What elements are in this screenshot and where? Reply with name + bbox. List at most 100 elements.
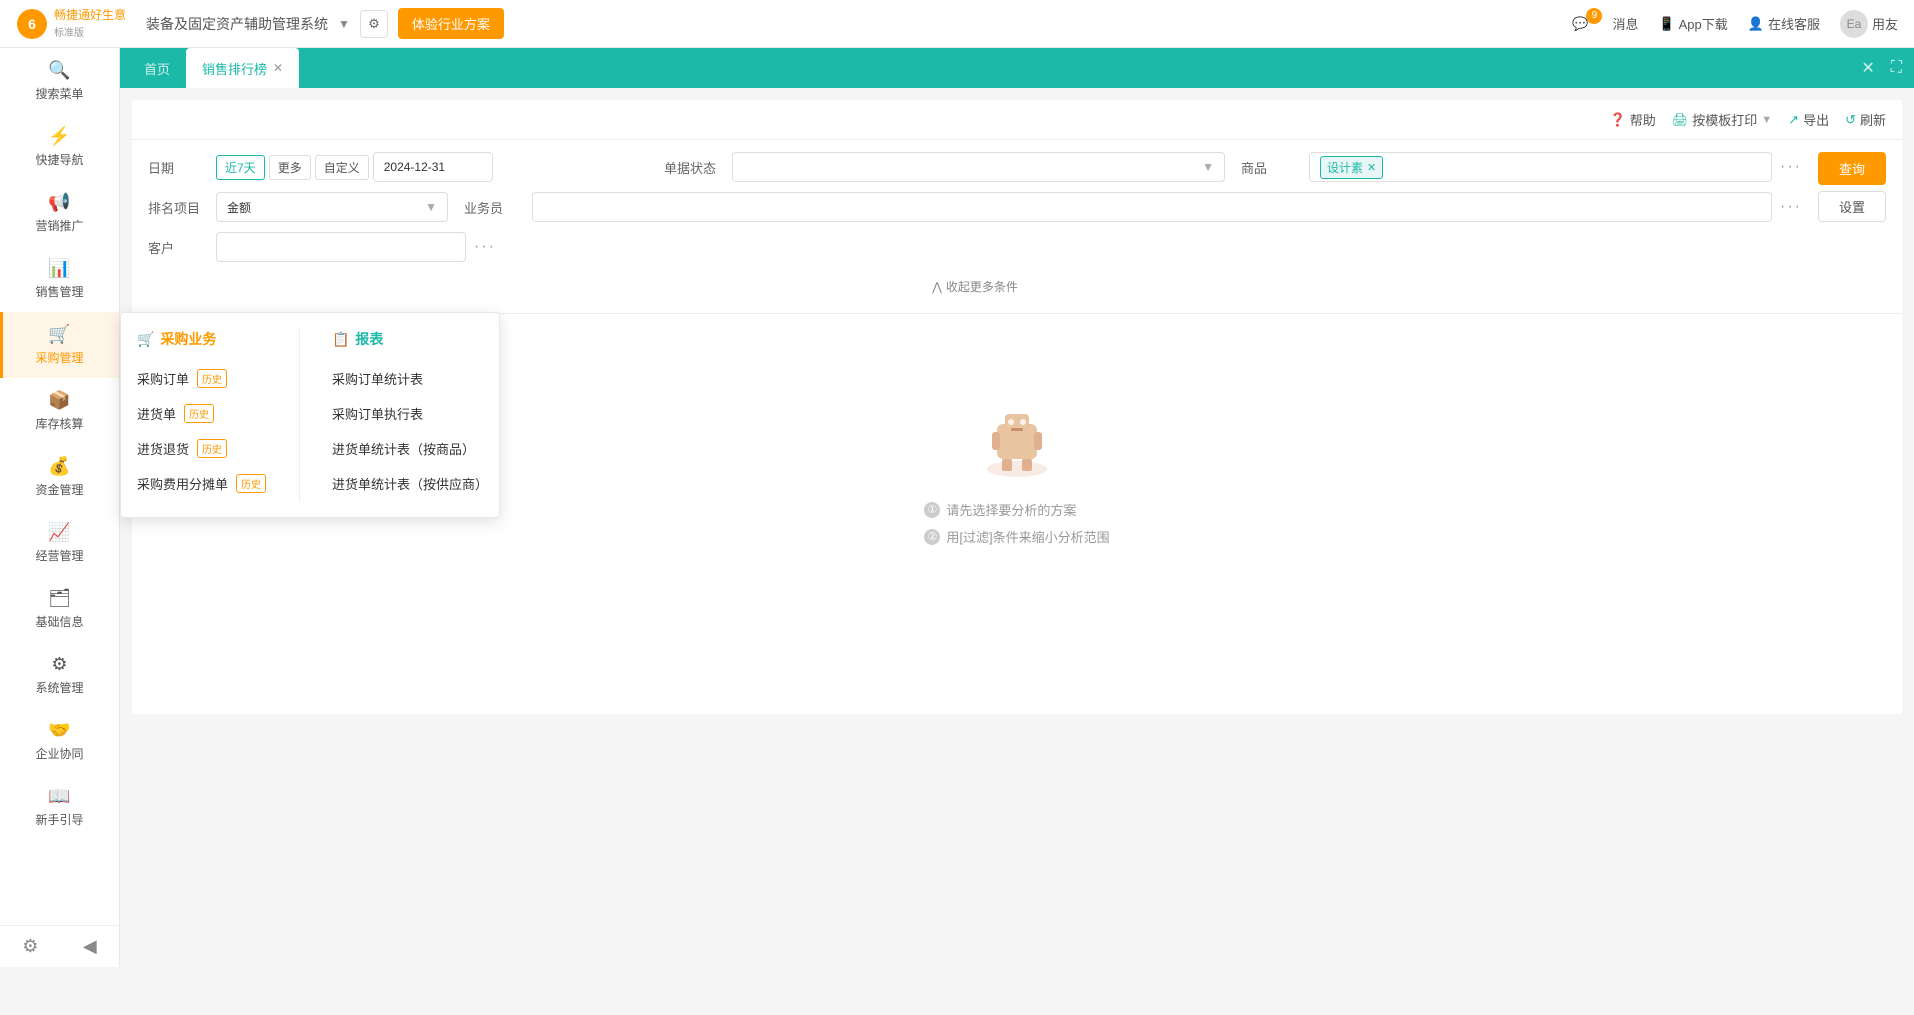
customer-input[interactable] (216, 232, 466, 262)
sidebar-item-cooperation[interactable]: 🤝 企业协同 (0, 708, 119, 774)
sidebar-item-search[interactable]: 🔍 搜索菜单 (0, 48, 119, 114)
refresh-btn[interactable]: ↺ 刷新 (1845, 110, 1886, 129)
sidebar-label-tutorial: 新手引导 (35, 811, 83, 828)
date-quick-custom[interactable]: 自定义 (315, 155, 369, 180)
purchase-business-section: 🛒 采购业务 采购订单 历史 进货单 历史 进货退货 历史 (137, 329, 267, 501)
print-dropdown-icon[interactable]: ▼ (1761, 114, 1772, 126)
refresh-icon: ↺ (1845, 112, 1856, 128)
logo-area: 6 畅捷通好生意 标准版 (16, 8, 136, 40)
date-quick-7days[interactable]: 近7天 (216, 155, 265, 180)
sysconfig-icon: ⚙ (51, 654, 67, 675)
order-status-input[interactable]: ▼ (732, 152, 1225, 182)
user-item[interactable]: Ea 用友 (1840, 10, 1898, 38)
date-quick-more[interactable]: 更多 (269, 155, 311, 180)
sidebar-label-operations: 经营管理 (35, 547, 83, 564)
menu-item-stock-stat-goods[interactable]: 进货单统计表（按商品） (332, 431, 483, 466)
customer-more-btn[interactable]: ··· (474, 238, 496, 256)
collapse-row[interactable]: ⋀ 收起更多条件 (148, 272, 1802, 301)
tip-text-2: 用[过滤]条件来缩小分析范围 (946, 527, 1109, 546)
filter-row-3: 客户 ··· (148, 232, 1802, 262)
salesman-input[interactable] (532, 192, 1772, 222)
industry-btn[interactable]: 体验行业方案 (398, 8, 504, 39)
report-icon: 📋 (332, 331, 349, 348)
online-service-item[interactable]: 👤 在线客服 (1748, 14, 1820, 33)
sidebar-item-purchase[interactable]: 🛒 采购管理 🛒 采购业务 采购订单 历史 进货单 历史 (0, 312, 119, 378)
query-button[interactable]: 查询 (1818, 152, 1886, 185)
logo-icon: 6 (16, 8, 48, 40)
tutorial-icon: 📖 (48, 786, 70, 807)
sidebar-item-inventory[interactable]: 📦 库存核算 (0, 378, 119, 444)
filter-main: 日期 近7天 更多 自定义 2024-12-31 (148, 152, 1802, 301)
tab-close-icon[interactable]: ✕ (273, 61, 283, 75)
menu-item-stock-return[interactable]: 进货退货 历史 (137, 431, 267, 466)
date-range: 近7天 更多 自定义 2024-12-31 (216, 152, 493, 182)
order-status-dropdown-icon: ▼ (1202, 160, 1214, 174)
message-item[interactable]: 💬 9 消息 (1572, 14, 1638, 33)
sys-title: 装备及固定资产辅助管理系统 (146, 14, 328, 34)
menu-divider (299, 329, 300, 501)
sidebar-item-sales[interactable]: 📊 销售管理 (0, 246, 119, 312)
app-download-item[interactable]: 📱 App下载 (1658, 14, 1727, 33)
tab-home[interactable]: 首页 (128, 48, 186, 88)
help-btn[interactable]: ❓ 帮助 (1610, 110, 1656, 129)
menu-item-stock-in[interactable]: 进货单 历史 (137, 396, 267, 431)
goods-tag-close[interactable]: ✕ (1367, 161, 1376, 174)
sidebar-label-quicknav: 快捷导航 (35, 151, 83, 168)
sidebar-settings-btn[interactable]: ⚙ (22, 936, 38, 957)
tab-fullscreen-btn[interactable]: ⛶ (1887, 59, 1906, 77)
goods-input[interactable]: 设计素 ✕ (1309, 152, 1772, 182)
goods-more-btn[interactable]: ··· (1780, 158, 1802, 176)
menu-item-expense-alloc[interactable]: 采购费用分摊单 历史 (137, 466, 267, 501)
rank-input[interactable]: 金额 ▼ (216, 192, 448, 222)
filter-row-2: 排名项目 金额 ▼ 业务员 ··· (148, 192, 1802, 222)
sidebar-item-finance[interactable]: 💰 资金管理 (0, 444, 119, 510)
cooperation-icon: 🤝 (48, 720, 70, 741)
date-input[interactable]: 2024-12-31 (373, 152, 493, 182)
menu-item-label: 进货单 (137, 404, 176, 423)
sidebar-item-tutorial[interactable]: 📖 新手引导 (0, 774, 119, 840)
search-icon: 🔍 (48, 60, 70, 81)
logo-text: 畅捷通好生意 (54, 8, 126, 24)
menu-item-order-exec[interactable]: 采购订单执行表 (332, 396, 483, 431)
tab-close-all-btn[interactable]: ✕ (1857, 58, 1878, 78)
export-btn[interactable]: ↗ 导出 (1788, 110, 1829, 129)
sidebar-label-inventory: 库存核算 (35, 415, 83, 432)
sidebar-item-marketing[interactable]: 📢 营销推广 (0, 180, 119, 246)
filter-date: 日期 近7天 更多 自定义 2024-12-31 (148, 152, 648, 182)
sidebar: 🔍 搜索菜单 ⚡ 快捷导航 📢 营销推广 📊 销售管理 🛒 采购管理 🛒 采购业… (0, 48, 120, 967)
sidebar-collapse-btn[interactable]: ◀ (83, 936, 97, 957)
rank-value: 金额 (227, 199, 251, 216)
message-label: 消息 (1612, 14, 1638, 33)
menu-item-stock-stat-supplier[interactable]: 进货单统计表（按供应商） (332, 466, 483, 501)
sidebar-item-basicinfo[interactable]: 🗂 基础信息 (0, 576, 119, 642)
tab-sales-ranking[interactable]: 销售排行榜 ✕ (186, 48, 299, 88)
print-btn[interactable]: 🖨 按模板打印 ▼ (1672, 110, 1772, 129)
online-service-label: 在线客服 (1768, 14, 1820, 33)
tip-num-2: ② (924, 529, 940, 545)
setting-button[interactable]: 设置 (1818, 191, 1886, 222)
history-badge: 历史 (197, 369, 227, 388)
sidebar-item-quicknav[interactable]: ⚡ 快捷导航 (0, 114, 119, 180)
customer-label: 客户 (148, 238, 208, 257)
header-dropdown-icon[interactable]: ▼ (338, 17, 350, 31)
export-icon: ↗ (1788, 112, 1799, 128)
sidebar-label-basicinfo: 基础信息 (35, 613, 83, 630)
salesman-more-btn[interactable]: ··· (1780, 198, 1802, 216)
history-badge: 历史 (197, 439, 227, 458)
sidebar-item-operations[interactable]: 📈 经营管理 (0, 510, 119, 576)
sidebar-label-search: 搜索菜单 (35, 85, 83, 102)
menu-item-order-stat[interactable]: 采购订单统计表 (332, 361, 483, 396)
print-label: 按模板打印 (1692, 110, 1757, 129)
print-icon: 🖨 (1672, 112, 1689, 128)
collapse-icon: ⋀ (932, 280, 942, 294)
menu-item-purchase-order[interactable]: 采购订单 历史 (137, 361, 267, 396)
svg-text:6: 6 (28, 16, 36, 32)
menu-item-label: 进货单统计表（按供应商） (332, 474, 483, 493)
service-icon: 👤 (1748, 16, 1764, 32)
sidebar-label-finance: 资金管理 (35, 481, 83, 498)
purchase-dropdown-menu: 🛒 采购业务 采购订单 历史 进货单 历史 进货退货 历史 (120, 312, 500, 518)
sidebar-item-sysconfig[interactable]: ⚙ 系统管理 (0, 642, 119, 708)
gear-button[interactable]: ⚙ (360, 10, 388, 38)
sidebar-label-sysconfig: 系统管理 (35, 679, 83, 696)
avatar: Ea (1840, 10, 1868, 38)
